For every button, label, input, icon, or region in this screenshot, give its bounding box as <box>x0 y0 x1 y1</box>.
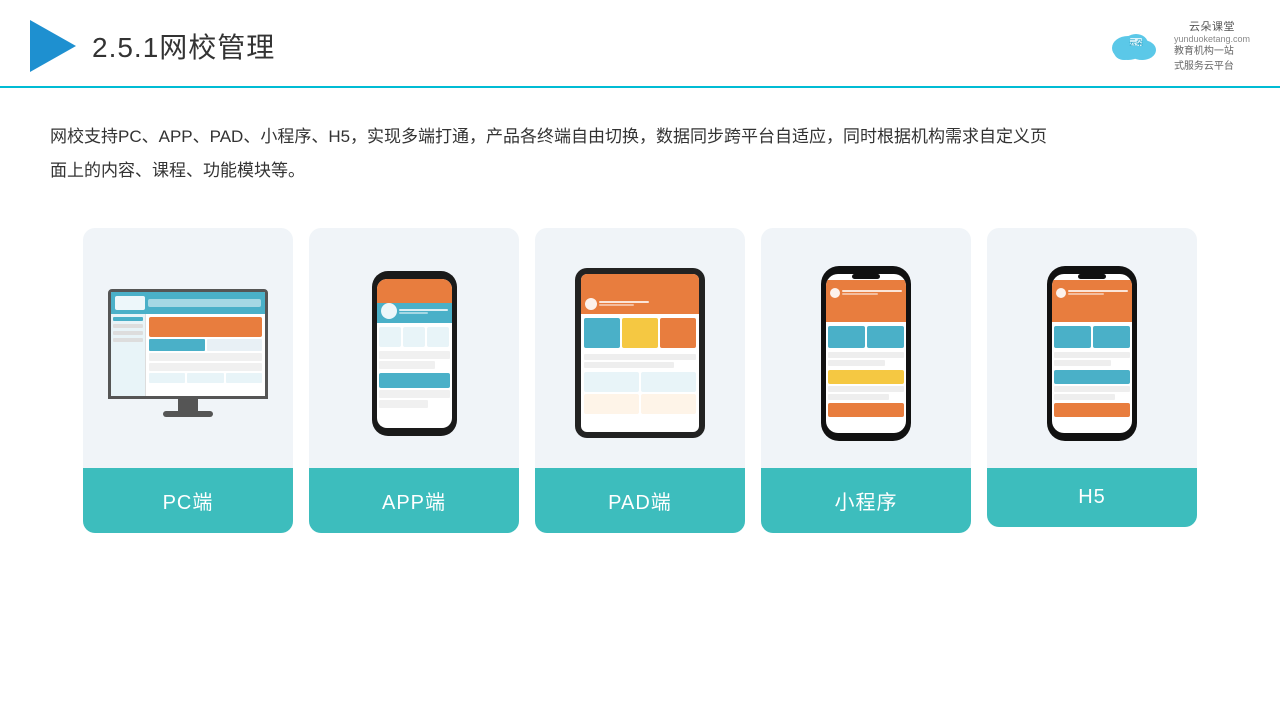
pad-label: PAD端 <box>535 468 745 533</box>
h5-card: H5 <box>987 228 1197 527</box>
h5-label: H5 <box>987 468 1197 527</box>
tablet-device <box>575 268 705 438</box>
brand-logo: 云朵 云朵课堂 yunduoketang.com 教育机构一站 式服务云平台 <box>1106 18 1250 74</box>
brand-text: 云朵课堂 yunduoketang.com 教育机构一站 式服务云平台 <box>1174 18 1250 74</box>
play-icon <box>30 20 76 72</box>
pc-device <box>108 289 268 417</box>
app-label: APP端 <box>309 468 519 533</box>
pad-card: PAD端 <box>535 228 745 533</box>
mini-card: 小程序 <box>761 228 971 533</box>
pc-screen <box>108 289 268 399</box>
pc-card: PC端 <box>83 228 293 533</box>
header-left: 2.5.1网校管理 <box>30 20 275 72</box>
pc-image-area <box>83 248 293 458</box>
cloud-svg-icon: 云朵 <box>1106 28 1166 64</box>
brand-tagline: 教育机构一站 式服务云平台 <box>1174 44 1250 74</box>
page-title: 2.5.1网校管理 <box>92 26 275 66</box>
app-image-area <box>309 248 519 458</box>
h5-notch <box>1078 274 1106 279</box>
app-card: APP端 <box>309 228 519 533</box>
description-text: 网校支持PC、APP、PAD、小程序、H5，实现多端打通，产品各终端自由切换，数… <box>0 88 1100 208</box>
mini-label: 小程序 <box>761 468 971 533</box>
phone-notch <box>852 274 880 279</box>
page-header: 2.5.1网校管理 云朵 云朵课堂 yunduoketang.com 教育机构一… <box>0 0 1280 88</box>
h5-phone-device <box>1047 266 1137 441</box>
svg-text:云朵: 云朵 <box>1129 38 1144 47</box>
app-phone-device <box>372 271 457 436</box>
mini-phone-device <box>821 266 911 441</box>
mini-image-area <box>761 248 971 458</box>
pad-image-area <box>535 248 745 458</box>
device-cards: PC端 <box>0 208 1280 563</box>
pc-label: PC端 <box>83 468 293 533</box>
h5-image-area <box>987 248 1197 458</box>
